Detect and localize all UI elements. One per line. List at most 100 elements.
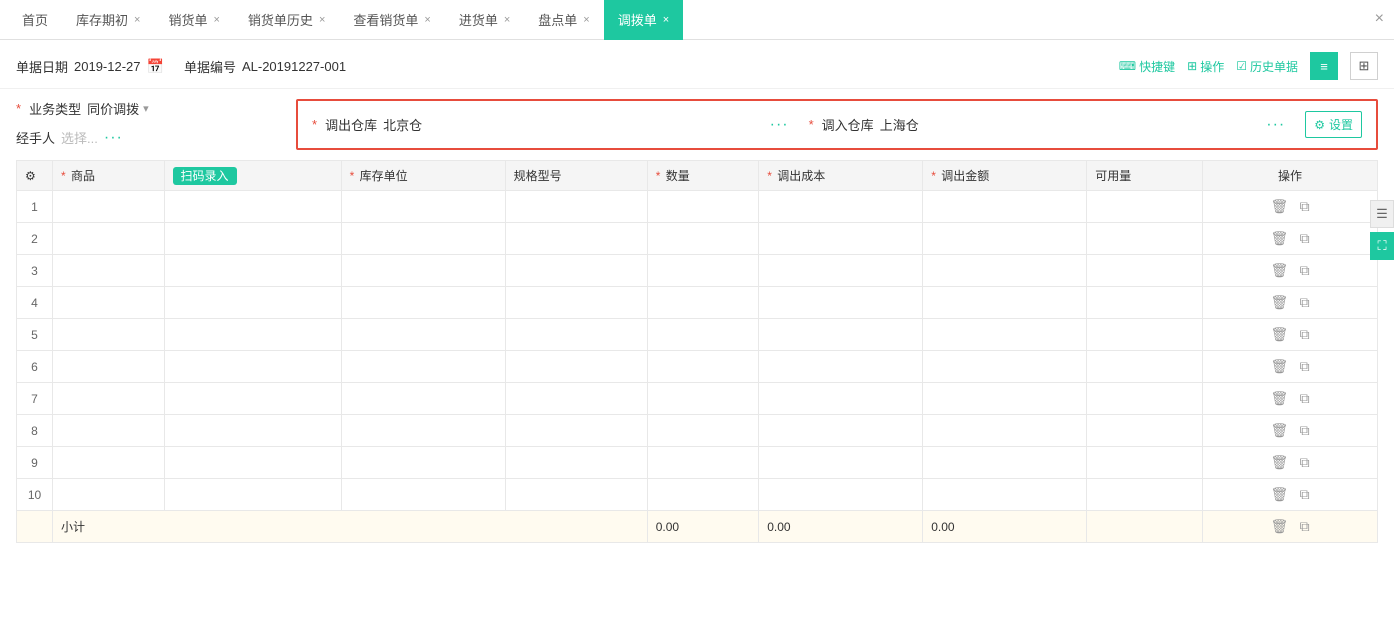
amount-cell[interactable] (923, 319, 1087, 351)
qty-cell[interactable] (647, 223, 759, 255)
qty-cell[interactable] (647, 415, 759, 447)
amount-cell[interactable] (923, 415, 1087, 447)
amount-cell[interactable] (923, 191, 1087, 223)
warehouse-in-value[interactable]: 上海仓 (880, 115, 1261, 134)
doc-date-value[interactable]: 2019-12-27 (74, 59, 141, 74)
unit-cell[interactable] (341, 479, 505, 511)
tab-transfer[interactable]: 调拨单 × (604, 0, 683, 40)
warehouse-out-value[interactable]: 北京仓 (383, 115, 764, 134)
unit-cell[interactable] (341, 319, 505, 351)
copy-icon[interactable]: ⧉ (1296, 322, 1314, 347)
spec-cell[interactable] (505, 415, 647, 447)
history-btn[interactable]: ☑ 历史单据 (1236, 58, 1298, 75)
amount-cell[interactable] (923, 255, 1087, 287)
delete-icon[interactable]: 🗑 (1266, 482, 1292, 507)
product-cell[interactable] (53, 223, 165, 255)
copy-icon[interactable]: ⧉ (1296, 290, 1314, 315)
settings-btn[interactable]: ⚙ 设置 (1305, 111, 1362, 138)
spec-cell[interactable] (505, 287, 647, 319)
unit-cell[interactable] (341, 255, 505, 287)
tab-close-purchase-order[interactable]: × (504, 14, 510, 26)
delete-icon[interactable]: 🗑 (1266, 322, 1292, 347)
copy-icon[interactable]: ⧉ (1296, 194, 1314, 219)
shortcut-btn[interactable]: ⌨ 快捷键 (1119, 58, 1175, 75)
spec-cell[interactable] (505, 319, 647, 351)
cost-cell[interactable] (759, 319, 923, 351)
product-cell[interactable] (53, 351, 165, 383)
copy-icon[interactable]: ⧉ (1296, 226, 1314, 251)
tab-close-transfer[interactable]: × (663, 14, 669, 26)
qty-cell[interactable] (647, 447, 759, 479)
calendar-icon[interactable]: 📅 (147, 58, 164, 75)
unit-cell[interactable] (341, 191, 505, 223)
sidebar-list-icon-btn[interactable]: ☰ (1370, 200, 1394, 228)
unit-cell[interactable] (341, 351, 505, 383)
tab-sales-order[interactable]: 销货单 × (154, 0, 233, 40)
delete-icon[interactable]: 🗑 (1266, 258, 1292, 283)
qty-cell[interactable] (647, 287, 759, 319)
amount-cell[interactable] (923, 223, 1087, 255)
gear-icon[interactable]: ⚙ (25, 169, 36, 183)
warehouse-out-more-btn[interactable]: ··· (770, 116, 789, 134)
unit-cell[interactable] (341, 223, 505, 255)
list-view-btn[interactable]: ≡ (1310, 52, 1338, 80)
product-cell[interactable] (53, 447, 165, 479)
product-cell[interactable] (53, 479, 165, 511)
cost-cell[interactable] (759, 415, 923, 447)
spec-cell[interactable] (505, 479, 647, 511)
product-cell[interactable] (53, 383, 165, 415)
tab-home[interactable]: 首页 (8, 0, 62, 40)
spec-cell[interactable] (505, 383, 647, 415)
spec-cell[interactable] (505, 351, 647, 383)
product-cell[interactable] (53, 319, 165, 351)
delete-icon[interactable]: 🗑 (1266, 290, 1292, 315)
business-type-select[interactable]: 同价调拨 ▾ (87, 99, 149, 118)
tab-close-sales-history[interactable]: × (319, 14, 325, 26)
cost-cell[interactable] (759, 479, 923, 511)
product-cell[interactable] (53, 255, 165, 287)
delete-icon[interactable]: 🗑 (1266, 418, 1292, 443)
warehouse-in-more-btn[interactable]: ··· (1266, 116, 1285, 134)
qty-cell[interactable] (647, 383, 759, 415)
delete-icon[interactable]: 🗑 (1266, 226, 1292, 251)
cost-cell[interactable] (759, 287, 923, 319)
spec-cell[interactable] (505, 191, 647, 223)
product-cell[interactable] (53, 415, 165, 447)
copy-icon[interactable]: ⧉ (1296, 418, 1314, 443)
tab-close-view-sales[interactable]: × (424, 14, 430, 26)
scroll-area[interactable]: ⚙ * 商品 扫码录入 * 库存单位 规格型号 (16, 160, 1378, 543)
unit-cell[interactable] (341, 447, 505, 479)
sidebar-expand-icon-btn[interactable]: ⛶ (1370, 232, 1394, 260)
qty-cell[interactable] (647, 319, 759, 351)
unit-cell[interactable] (341, 383, 505, 415)
delete-icon[interactable]: 🗑 (1266, 386, 1292, 411)
qty-cell[interactable] (647, 255, 759, 287)
cost-cell[interactable] (759, 351, 923, 383)
tab-close-inventory-init[interactable]: × (134, 14, 140, 26)
operations-btn[interactable]: ⊞ 操作 (1187, 58, 1224, 75)
unit-cell[interactable] (341, 415, 505, 447)
amount-cell[interactable] (923, 447, 1087, 479)
tab-inventory-init[interactable]: 库存期初 × (62, 0, 154, 40)
cost-cell[interactable] (759, 383, 923, 415)
tab-view-sales[interactable]: 查看销货单 × (339, 0, 444, 40)
cost-cell[interactable] (759, 255, 923, 287)
cost-cell[interactable] (759, 447, 923, 479)
qty-cell[interactable] (647, 191, 759, 223)
tab-close-sales-order[interactable]: × (213, 14, 219, 26)
copy-icon[interactable]: ⧉ (1296, 450, 1314, 475)
delete-icon[interactable]: 🗑 (1266, 514, 1292, 539)
cost-cell[interactable] (759, 223, 923, 255)
delete-icon[interactable]: 🗑 (1266, 194, 1292, 219)
qty-cell[interactable] (647, 479, 759, 511)
delete-icon[interactable]: 🗑 (1266, 450, 1292, 475)
copy-icon[interactable]: ⧉ (1296, 514, 1314, 539)
product-cell[interactable] (53, 191, 165, 223)
product-cell[interactable] (53, 287, 165, 319)
tab-inventory-count[interactable]: 盘点单 × (524, 0, 603, 40)
grid-view-btn[interactable]: ⊞ (1350, 52, 1378, 80)
copy-icon[interactable]: ⧉ (1296, 354, 1314, 379)
tab-purchase-order[interactable]: 进货单 × (445, 0, 524, 40)
handler-more-btn[interactable]: ··· (104, 129, 123, 147)
amount-cell[interactable] (923, 479, 1087, 511)
